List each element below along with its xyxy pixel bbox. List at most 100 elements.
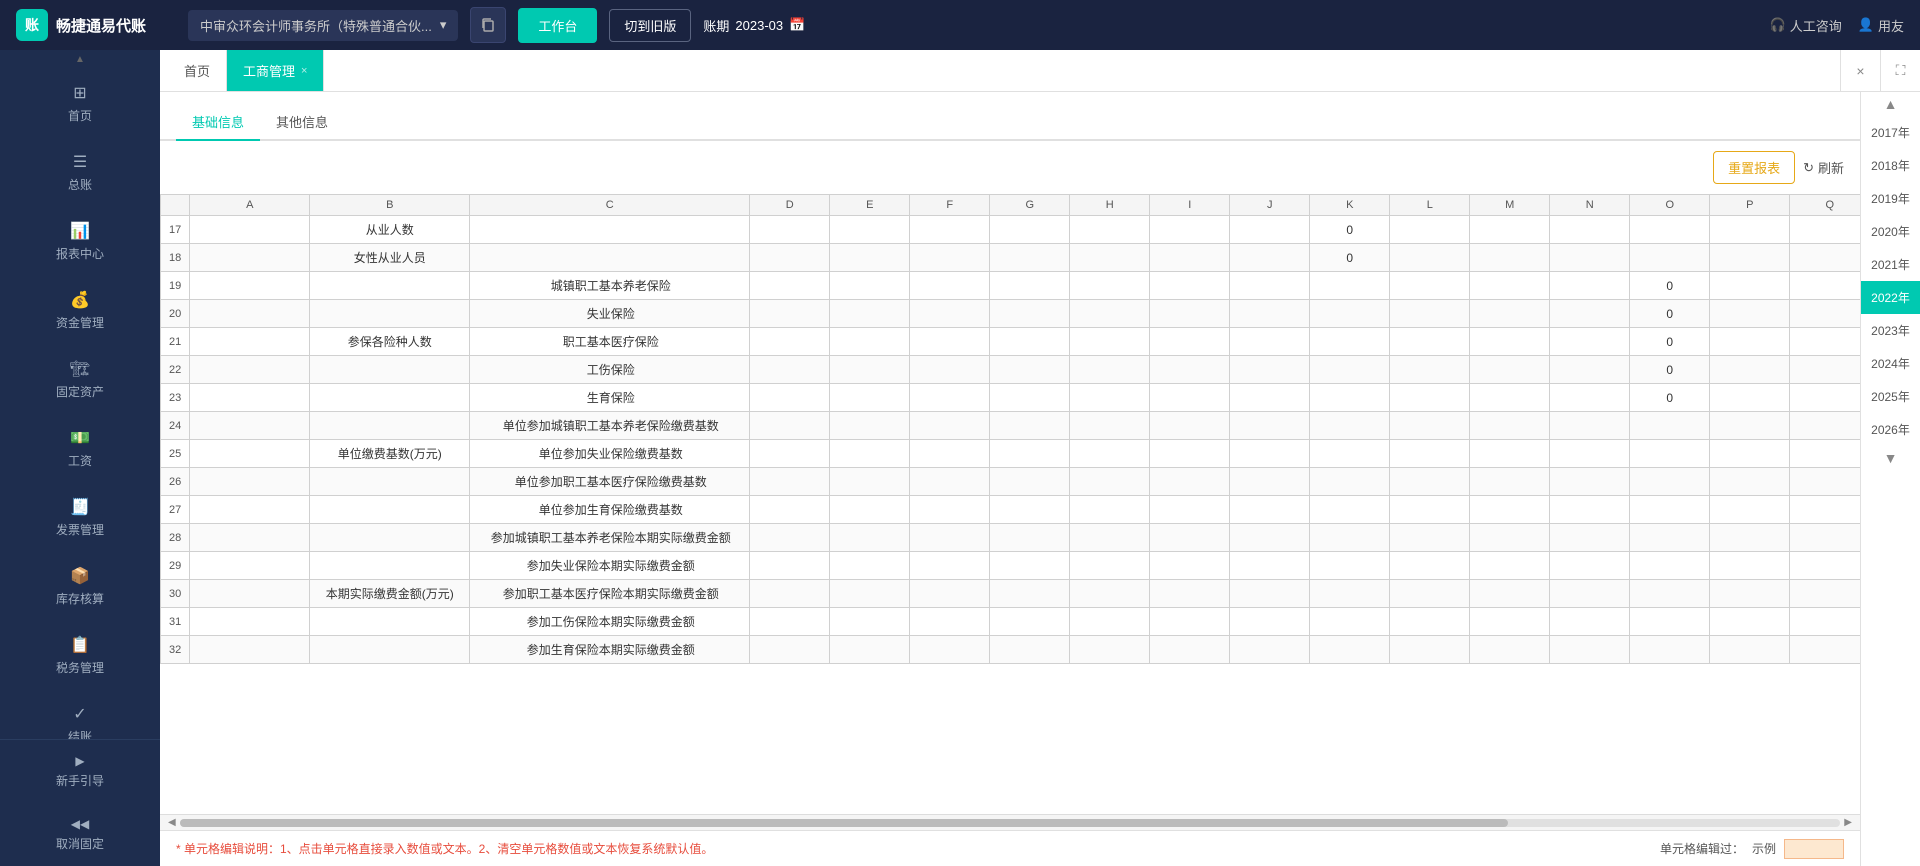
cell-a[interactable] (190, 468, 310, 496)
cell-b[interactable]: 单位缴费基数(万元) (310, 440, 470, 468)
cell-n[interactable] (1550, 580, 1630, 608)
cell-n[interactable] (1550, 636, 1630, 664)
cell-g[interactable] (990, 244, 1070, 272)
cell-m[interactable] (1470, 608, 1550, 636)
cell-k[interactable] (1310, 272, 1390, 300)
cell-e[interactable] (830, 384, 910, 412)
cell-c[interactable] (470, 216, 750, 244)
cell-b[interactable] (310, 272, 470, 300)
cell-i[interactable] (1150, 440, 1230, 468)
cell-l[interactable] (1390, 216, 1470, 244)
year-item-2022[interactable]: 2022年 (1861, 281, 1920, 314)
cell-g[interactable] (990, 384, 1070, 412)
cell-q[interactable] (1790, 244, 1860, 272)
sidebar-item-unpin[interactable]: ◀◀ 取消固定 (0, 803, 160, 866)
cell-l[interactable] (1390, 580, 1470, 608)
cell-m[interactable] (1470, 384, 1550, 412)
cell-p[interactable] (1710, 524, 1790, 552)
cell-e[interactable] (830, 412, 910, 440)
sidebar-item-wage[interactable]: 💵 工资 (0, 414, 160, 483)
cell-j[interactable] (1230, 608, 1310, 636)
calendar-icon[interactable]: 📅 (789, 17, 805, 33)
cell-n[interactable] (1550, 608, 1630, 636)
cell-f[interactable] (910, 356, 990, 384)
cell-b[interactable] (310, 496, 470, 524)
cell-o[interactable]: 0 (1630, 300, 1710, 328)
cell-l[interactable] (1390, 496, 1470, 524)
cell-o[interactable] (1630, 468, 1710, 496)
cell-h[interactable] (1070, 524, 1150, 552)
cell-o[interactable] (1630, 608, 1710, 636)
cell-e[interactable] (830, 608, 910, 636)
cell-j[interactable] (1230, 636, 1310, 664)
cell-i[interactable] (1150, 580, 1230, 608)
cell-k[interactable] (1310, 300, 1390, 328)
cell-n[interactable] (1550, 412, 1630, 440)
old-version-button[interactable]: 切到旧版 (609, 9, 691, 42)
cell-g[interactable] (990, 636, 1070, 664)
cell-k[interactable] (1310, 524, 1390, 552)
cell-d[interactable] (750, 524, 830, 552)
cell-g[interactable] (990, 300, 1070, 328)
cell-i[interactable] (1150, 412, 1230, 440)
cell-g[interactable] (990, 468, 1070, 496)
cell-k[interactable] (1310, 552, 1390, 580)
cell-j[interactable] (1230, 244, 1310, 272)
cell-l[interactable] (1390, 468, 1470, 496)
cell-o[interactable]: 0 (1630, 356, 1710, 384)
cell-h[interactable] (1070, 328, 1150, 356)
cell-l[interactable] (1390, 636, 1470, 664)
cell-k[interactable] (1310, 356, 1390, 384)
sidebar-scroll-up[interactable]: ▲ (0, 50, 160, 69)
cell-k[interactable] (1310, 440, 1390, 468)
cell-f[interactable] (910, 524, 990, 552)
cell-p[interactable] (1710, 636, 1790, 664)
year-item-2017[interactable]: 2017年 (1861, 116, 1920, 149)
cell-f[interactable] (910, 244, 990, 272)
cell-q[interactable] (1790, 300, 1860, 328)
cell-c[interactable]: 参加失业保险本期实际缴费金额 (470, 552, 750, 580)
cell-p[interactable] (1710, 552, 1790, 580)
cell-m[interactable] (1470, 636, 1550, 664)
cell-k[interactable]: 0 (1310, 216, 1390, 244)
cell-p[interactable] (1710, 300, 1790, 328)
cell-m[interactable] (1470, 552, 1550, 580)
cell-p[interactable] (1710, 216, 1790, 244)
cell-o[interactable]: 0 (1630, 272, 1710, 300)
cell-o[interactable] (1630, 636, 1710, 664)
cell-k[interactable] (1310, 384, 1390, 412)
cell-o[interactable] (1630, 412, 1710, 440)
cell-j[interactable] (1230, 412, 1310, 440)
cell-k[interactable] (1310, 496, 1390, 524)
cell-a[interactable] (190, 244, 310, 272)
cell-n[interactable] (1550, 216, 1630, 244)
cell-h[interactable] (1070, 356, 1150, 384)
cell-p[interactable] (1710, 468, 1790, 496)
cell-i[interactable] (1150, 272, 1230, 300)
refresh-button[interactable]: ↻ 刷新 (1803, 158, 1844, 177)
cell-i[interactable] (1150, 216, 1230, 244)
cell-o[interactable] (1630, 440, 1710, 468)
cell-q[interactable] (1790, 216, 1860, 244)
cell-d[interactable] (750, 608, 830, 636)
cell-j[interactable] (1230, 328, 1310, 356)
cell-c[interactable] (470, 244, 750, 272)
cell-m[interactable] (1470, 524, 1550, 552)
cell-b[interactable] (310, 412, 470, 440)
sidebar-item-invoice[interactable]: 🧾 发票管理 (0, 483, 160, 552)
cell-m[interactable] (1470, 496, 1550, 524)
cell-g[interactable] (990, 272, 1070, 300)
sidebar-item-asset[interactable]: 🏗 固定资产 (0, 345, 160, 414)
cell-m[interactable] (1470, 244, 1550, 272)
cell-e[interactable] (830, 356, 910, 384)
cell-a[interactable] (190, 580, 310, 608)
cell-m[interactable] (1470, 356, 1550, 384)
cell-n[interactable] (1550, 300, 1630, 328)
cell-c[interactable]: 生育保险 (470, 384, 750, 412)
cell-m[interactable] (1470, 580, 1550, 608)
cell-e[interactable] (830, 244, 910, 272)
cell-q[interactable] (1790, 356, 1860, 384)
cell-a[interactable] (190, 272, 310, 300)
cell-d[interactable] (750, 440, 830, 468)
cell-f[interactable] (910, 412, 990, 440)
